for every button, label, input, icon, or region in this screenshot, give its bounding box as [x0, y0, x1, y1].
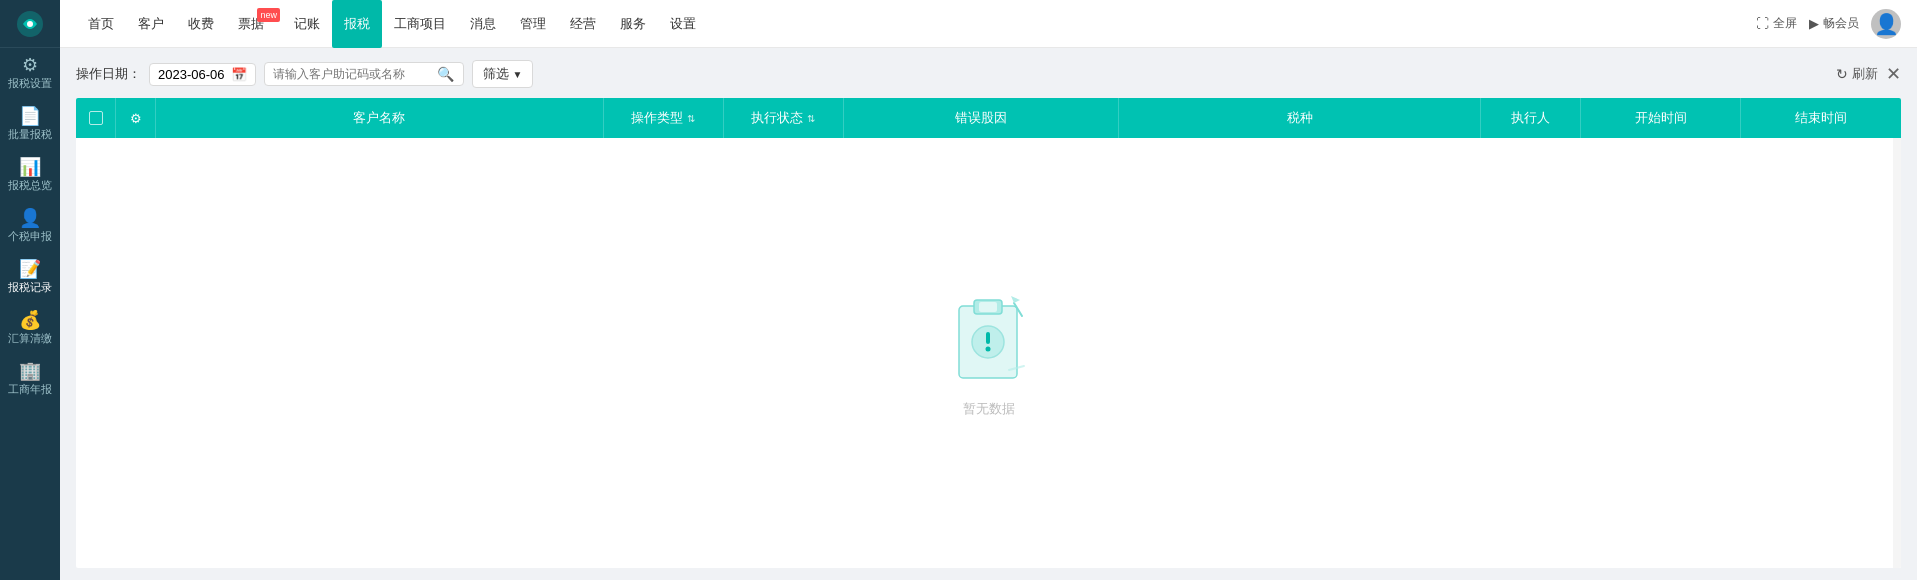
nav-shoufei[interactable]: 收费 — [176, 0, 226, 48]
th-executor: 执行人 — [1481, 98, 1581, 138]
sidebar-item-baoshui-shezhi[interactable]: ⚙ 报税设置 — [0, 48, 60, 99]
toolbar: 操作日期： 2023-06-06 📅 🔍 筛选 ▼ ↻ 刷新 ✕ — [76, 60, 1901, 88]
empty-state: 暂无数据 — [924, 268, 1054, 438]
filter-button[interactable]: 筛选 ▼ — [472, 60, 534, 88]
nav-customer[interactable]: 客户 — [126, 0, 176, 48]
sidebar-item-baoshui-zonglian[interactable]: 📊 报税总览 — [0, 150, 60, 201]
fullscreen-button[interactable]: ⛶ 全屏 — [1756, 15, 1797, 32]
empty-text: 暂无数据 — [963, 400, 1015, 418]
svg-rect-4 — [979, 302, 997, 312]
th-name: 客户名称 — [156, 98, 604, 138]
th-optype[interactable]: 操作类型 ⇅ — [604, 98, 724, 138]
search-box[interactable]: 🔍 — [264, 62, 464, 86]
nav-piaoju[interactable]: 票据 new — [226, 0, 282, 48]
record-icon: 📝 — [19, 260, 41, 278]
batch-tax-icon: 📄 — [19, 107, 41, 125]
table-header: ⚙ 客户名称 操作类型 ⇅ 执行状态 ⇅ 错误股因 税种 — [76, 98, 1901, 138]
refresh-icon: ↻ — [1836, 66, 1848, 82]
gear-icon: ⚙ — [130, 111, 142, 126]
search-icon: 🔍 — [437, 66, 454, 82]
toolbar-right: ↻ 刷新 ✕ — [1836, 65, 1901, 83]
overview-icon: 📊 — [19, 158, 41, 176]
content: 操作日期： 2023-06-06 📅 🔍 筛选 ▼ ↻ 刷新 ✕ — [60, 48, 1917, 580]
nav-jizhang[interactable]: 记账 — [282, 0, 332, 48]
sidebar-item-huisuan-jiaona[interactable]: 💰 汇算清缴 — [0, 303, 60, 354]
date-value: 2023-06-06 — [158, 67, 225, 82]
th-status[interactable]: 执行状态 ⇅ — [724, 98, 844, 138]
avatar-icon: 👤 — [1874, 12, 1899, 36]
empty-illustration — [944, 288, 1034, 388]
sort-icon-optype: ⇅ — [687, 113, 695, 124]
table-body: 暂无数据 — [76, 138, 1901, 568]
close-button[interactable]: ✕ — [1886, 65, 1901, 83]
main-area: 首页 客户 收费 票据 new 记账 报税 工商项目 消息 管理 经营 — [60, 0, 1917, 580]
search-input[interactable] — [273, 67, 433, 81]
sidebar-item-baoshui-jilu[interactable]: 📝 报税记录 — [0, 252, 60, 303]
topnav-right: ⛶ 全屏 ▶ 畅会员 👤 — [1756, 9, 1901, 39]
settings-icon: ⚙ — [22, 56, 38, 74]
nav-xiaoxi[interactable]: 消息 — [458, 0, 508, 48]
chevron-down-icon: ▼ — [513, 69, 523, 80]
fullscreen-icon: ⛶ — [1756, 16, 1769, 31]
svg-point-1 — [27, 21, 33, 27]
nav-gongshang[interactable]: 工商项目 — [382, 0, 458, 48]
th-checkbox[interactable] — [76, 98, 116, 138]
video-icon: ▶ — [1809, 16, 1819, 31]
nav-home[interactable]: 首页 — [76, 0, 126, 48]
annual-report-icon: 🏢 — [19, 362, 41, 380]
member-button[interactable]: ▶ 畅会员 — [1809, 15, 1859, 32]
settlement-icon: 💰 — [19, 311, 41, 329]
th-error: 错误股因 — [844, 98, 1120, 138]
sort-icon-status: ⇅ — [807, 113, 815, 124]
date-picker[interactable]: 2023-06-06 📅 — [149, 63, 256, 86]
nav-baoshui[interactable]: 报税 — [332, 0, 382, 48]
th-taxtype: 税种 — [1119, 98, 1481, 138]
sidebar-logo[interactable] — [0, 0, 60, 48]
th-starttime: 开始时间 — [1581, 98, 1741, 138]
sidebar: ⚙ 报税设置 📄 批量报税 📊 报税总览 👤 个税申报 📝 报税记录 💰 汇算清… — [0, 0, 60, 580]
refresh-button[interactable]: ↻ 刷新 — [1836, 65, 1878, 83]
checkbox-all[interactable] — [89, 111, 103, 125]
new-badge: new — [257, 8, 280, 22]
nav-jingying[interactable]: 经营 — [558, 0, 608, 48]
svg-marker-9 — [1011, 296, 1020, 303]
topnav: 首页 客户 收费 票据 new 记账 报税 工商项目 消息 管理 经营 — [60, 0, 1917, 48]
nav-shezhi[interactable]: 设置 — [658, 0, 708, 48]
scrollbar-track[interactable] — [1893, 138, 1901, 568]
calendar-icon: 📅 — [231, 67, 247, 82]
th-gear[interactable]: ⚙ — [116, 98, 156, 138]
nav-fuwu[interactable]: 服务 — [608, 0, 658, 48]
sidebar-item-geshuishenbao[interactable]: 👤 个税申报 — [0, 201, 60, 252]
filter-label: 筛选 — [483, 65, 509, 83]
table-container: ⚙ 客户名称 操作类型 ⇅ 执行状态 ⇅ 错误股因 税种 — [76, 98, 1901, 568]
nav-guanli[interactable]: 管理 — [508, 0, 558, 48]
th-endtime: 结束时间 — [1741, 98, 1901, 138]
avatar[interactable]: 👤 — [1871, 9, 1901, 39]
personal-tax-icon: 👤 — [19, 209, 41, 227]
sidebar-item-piliang-baoshui[interactable]: 📄 批量报税 — [0, 99, 60, 150]
svg-point-7 — [985, 347, 990, 352]
sidebar-item-gongshang-nianbao[interactable]: 🏢 工商年报 — [0, 354, 60, 405]
svg-rect-6 — [986, 332, 990, 344]
date-label: 操作日期： — [76, 65, 141, 83]
